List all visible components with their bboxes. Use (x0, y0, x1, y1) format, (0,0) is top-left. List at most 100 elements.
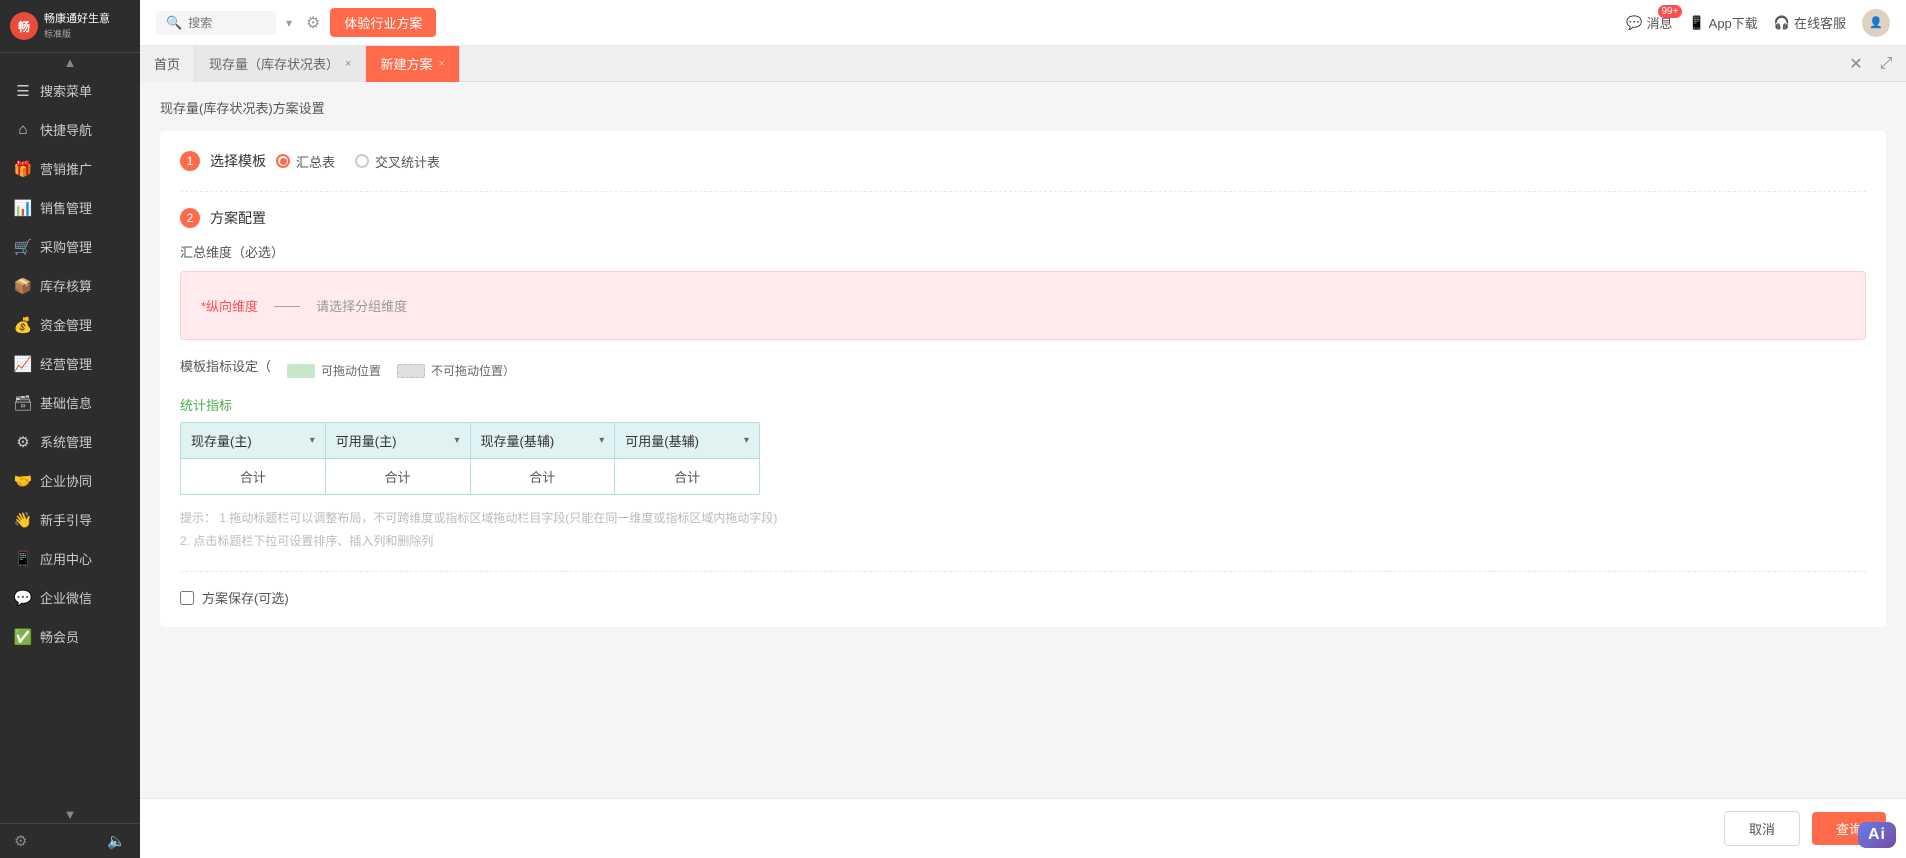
tab-home[interactable]: 首页 (140, 46, 195, 82)
stats-col-header-2[interactable]: 现存量(基辅) ▾ (471, 423, 616, 458)
online-service-button[interactable]: 🎧 在线客服 (1774, 13, 1846, 32)
tab-inventory-close[interactable]: × (345, 58, 351, 70)
sidebar-item-wechat[interactable]: 💬 企业微信 (0, 578, 140, 617)
content-area: 现存量(库存状况表)方案设置 1 选择模板 汇总表 交叉统计表 (140, 82, 1906, 798)
radio-summary-label: 汇总表 (296, 152, 335, 171)
sidebar-item-inventory[interactable]: 📦 库存核算 (0, 266, 140, 305)
tips-title: 提示： (180, 511, 216, 525)
mobile-icon: 📱 (14, 550, 32, 568)
sidebar: 畅 畅康通好生意 标准版 ▲ ☰ 搜索菜单 ⌂ 快捷导航 🎁 营销推广 📊 销售… (0, 0, 140, 858)
app-icon: 📱 (1688, 15, 1704, 31)
drag-legend-box (287, 364, 315, 378)
sidebar-item-marketing[interactable]: 🎁 营销推广 (0, 149, 140, 188)
sidebar-scroll-up[interactable]: ▲ (0, 53, 140, 71)
message-badge: 99+ (1658, 5, 1683, 18)
service-icon: 🎧 (1774, 15, 1790, 31)
sidebar-bottom: ⚙ 🔈 (0, 823, 140, 858)
section-plan-config: 2 方案配置 汇总维度（必选） *纵向维度 —— 请选择分组维度 模板指标设定（ (180, 208, 1866, 551)
stats-col-header-1[interactable]: 可用量(主) ▾ (326, 423, 471, 458)
sidebar-logo: 畅 畅康通好生意 标准版 (0, 0, 140, 53)
col-dropdown-1[interactable]: ▾ (454, 435, 459, 446)
draggable-legend: 模板指标设定（ 可拖动位置 不可拖动位置） (180, 356, 1866, 385)
radio-crosstab-circle (355, 154, 369, 168)
sidebar-item-sales[interactable]: 📊 销售管理 (0, 188, 140, 227)
sidebar-item-label: 企业协同 (40, 471, 92, 490)
online-service-label: 在线客服 (1794, 13, 1846, 32)
dim-box: *纵向维度 —— 请选择分组维度 (180, 271, 1866, 340)
tab-new-plan[interactable]: 新建方案 × (366, 46, 459, 82)
save-checkbox[interactable] (180, 591, 194, 605)
sidebar-item-app-center[interactable]: 📱 应用中心 (0, 539, 140, 578)
close-window-icon[interactable]: ✕ (1844, 52, 1868, 76)
sidebar-scroll-down[interactable]: ▼ (0, 805, 140, 823)
home-icon: ⌂ (14, 121, 32, 139)
cancel-button[interactable]: 取消 (1724, 811, 1800, 846)
audio-icon[interactable]: 🔈 (107, 832, 126, 850)
sidebar-item-purchase[interactable]: 🛒 采购管理 (0, 227, 140, 266)
cart-icon: 🛒 (14, 238, 32, 256)
trial-button[interactable]: 体验行业方案 (330, 8, 436, 37)
section1-header: 1 选择模板 汇总表 交叉统计表 (180, 151, 1866, 171)
summary-dim-label: 汇总维度（必选） (180, 242, 1866, 261)
ops-icon: 📈 (14, 355, 32, 373)
sidebar-item-operations[interactable]: 📈 经营管理 (0, 344, 140, 383)
wechat-icon: 💬 (14, 589, 32, 607)
sidebar-item-quick-nav[interactable]: ⌂ 快捷导航 (0, 110, 140, 149)
main-area: 🔍 ▾ ⚙ 体验行业方案 💬 消息 99+ 📱 App下载 🎧 在线客服 👤 (140, 0, 1906, 858)
user-avatar[interactable]: 👤 (1862, 9, 1890, 37)
stats-col-header-0[interactable]: 现存量(主) ▾ (181, 423, 326, 458)
sidebar-item-label: 系统管理 (40, 432, 92, 451)
expand-window-icon[interactable]: ⤢ (1874, 52, 1898, 76)
radio-summary-circle (276, 154, 290, 168)
stats-col-header-3[interactable]: 可用量(基辅) ▾ (615, 423, 759, 458)
legend-drag-item: 可拖动位置 (287, 362, 381, 379)
sidebar-item-search-menu[interactable]: ☰ 搜索菜单 (0, 71, 140, 110)
sidebar-item-member[interactable]: ✅ 畅会员 (0, 617, 140, 656)
money-icon: 💰 (14, 316, 32, 334)
radio-summary[interactable]: 汇总表 (276, 152, 335, 171)
sidebar-item-system[interactable]: ⚙ 系统管理 (0, 422, 140, 461)
sidebar-item-cooperation[interactable]: 🤝 企业协同 (0, 461, 140, 500)
stats-col-body-0: 合计 (181, 458, 326, 494)
section2-header: 2 方案配置 (180, 208, 1866, 228)
ai-badge[interactable]: Ai (1858, 822, 1896, 848)
tip-1: 提示： 1.拖动标题栏可以调整布局，不可跨维度或指标区域拖动栏目字段(只能在同一… (180, 509, 1866, 528)
sidebar-item-newbie[interactable]: 👋 新手引导 (0, 500, 140, 539)
sidebar-item-basic-info[interactable]: 🗃 基础信息 (0, 383, 140, 422)
vertical-dim-placeholder[interactable]: 请选择分组维度 (316, 296, 407, 315)
vertical-dim-required: *纵向维度 (201, 296, 258, 315)
footer: 取消 查询 (140, 798, 1906, 858)
sidebar-item-label: 基础信息 (40, 393, 92, 412)
legend-drag-label: 可拖动位置 (321, 362, 381, 379)
tab-inventory-label: 现存量（库存状况表） (209, 54, 339, 73)
app-download-button[interactable]: 📱 App下载 (1688, 13, 1757, 32)
sidebar-item-label: 销售管理 (40, 198, 92, 217)
topbar-settings-icon[interactable]: ⚙ (306, 13, 320, 33)
sidebar-nav: ☰ 搜索菜单 ⌂ 快捷导航 🎁 营销推广 📊 销售管理 🛒 采购管理 📦 库存核… (0, 71, 140, 805)
section2-title: 方案配置 (210, 208, 266, 228)
col-dropdown-2[interactable]: ▾ (599, 435, 604, 446)
logo-text: 畅康通好生意 标准版 (44, 12, 110, 39)
topbar-actions: 💬 消息 99+ 📱 App下载 🎧 在线客服 👤 (1626, 9, 1890, 37)
search-box[interactable]: 🔍 (156, 11, 276, 35)
search-input[interactable] (188, 16, 268, 30)
tips-section: 提示： 1.拖动标题栏可以调整布局，不可跨维度或指标区域拖动栏目字段(只能在同一… (180, 509, 1866, 551)
stats-title: 统计指标 (180, 395, 1866, 414)
radio-crosstab[interactable]: 交叉统计表 (355, 152, 440, 171)
settings-card: 1 选择模板 汇总表 交叉统计表 (160, 131, 1886, 627)
tip-2: 2. 点击标题栏下拉可设置排序、插入列和删除列 (180, 532, 1866, 551)
tab-new-plan-label: 新建方案 (380, 54, 432, 73)
sidebar-item-label: 快捷导航 (40, 120, 92, 139)
sidebar-item-finance[interactable]: 💰 资金管理 (0, 305, 140, 344)
search-icon: 🔍 (166, 15, 182, 31)
tab-inventory[interactable]: 现存量（库存状况表） × (195, 46, 366, 82)
message-icon: 💬 (1626, 15, 1642, 31)
col-dropdown-3[interactable]: ▾ (744, 435, 749, 446)
message-button[interactable]: 💬 消息 99+ (1626, 13, 1672, 32)
settings-bottom-icon[interactable]: ⚙ (14, 832, 27, 850)
indicators-label-text: 模板指标设定（ (180, 356, 271, 375)
search-dropdown-icon[interactable]: ▾ (286, 16, 292, 30)
sidebar-item-label: 库存核算 (40, 276, 92, 295)
tab-new-plan-close[interactable]: × (438, 58, 444, 70)
col-dropdown-0[interactable]: ▾ (310, 435, 315, 446)
